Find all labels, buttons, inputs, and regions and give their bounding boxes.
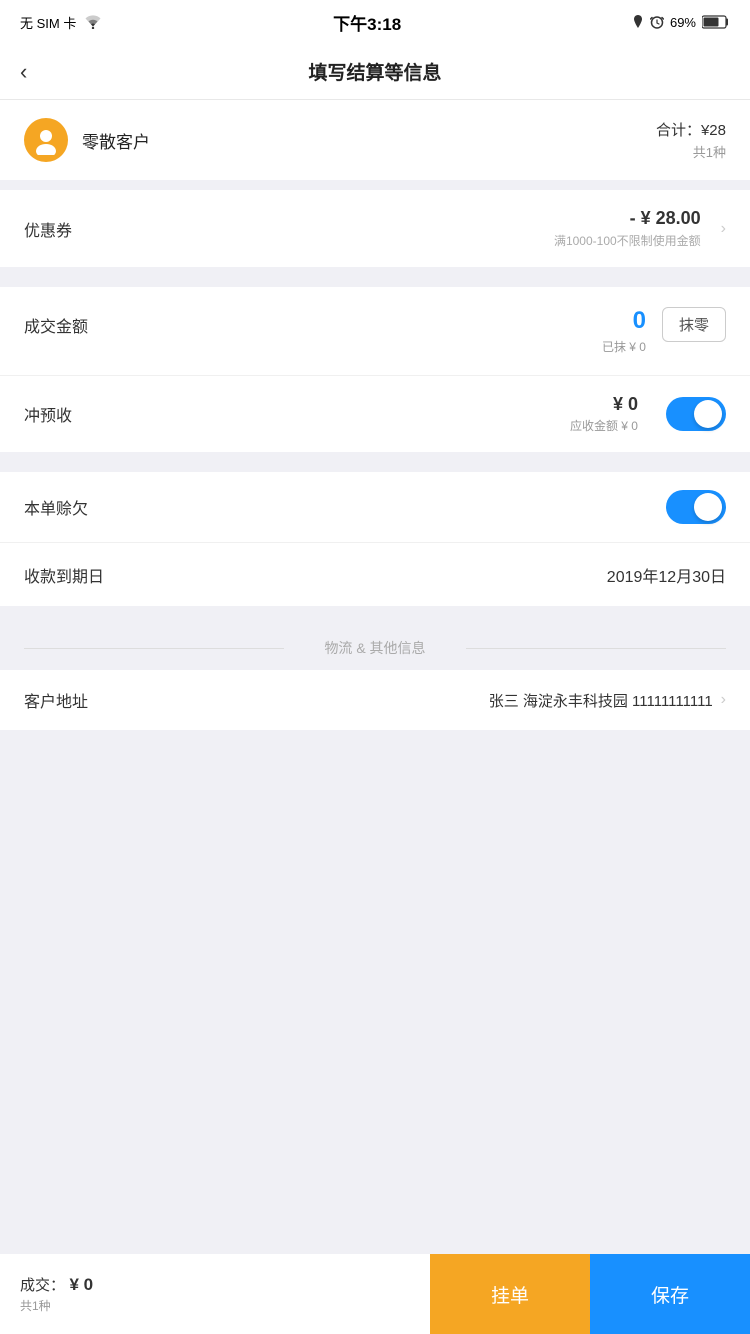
customer-card: 零散客户 合计：¥28 共1种 [0, 100, 750, 180]
separator-3 [0, 616, 750, 626]
no-sim-label: 无 SIM 卡 [20, 13, 76, 32]
battery-label: 69% [670, 15, 696, 30]
customer-row: 零散客户 合计：¥28 共1种 [0, 100, 750, 180]
bottom-bar: 成交： ¥ 0 共1种 挂单 保存 [0, 1254, 750, 1334]
prepay-right: ¥ 0 应收金额 ¥ 0 [570, 394, 726, 434]
transaction-card: 成交金额 0 已抹 ¥ 0 抹零 冲预收 ¥ 0 应收金额 ¥ 0 [0, 287, 750, 452]
divider-line-left [24, 648, 284, 649]
coupon-right: - ¥ 28.00 满1000-100不限制使用金额 › [554, 208, 726, 249]
status-bar: 无 SIM 卡 下午3:18 69% [0, 0, 750, 44]
separator-2 [0, 462, 750, 472]
save-button[interactable]: 保存 [590, 1254, 750, 1334]
wifi-icon [84, 15, 102, 29]
address-row[interactable]: 客户地址 张三 海淀永丰科技园 11111111111 › [0, 670, 750, 730]
address-value: 张三 海淀永丰科技园 11111111111 [104, 690, 713, 711]
avatar [24, 118, 68, 162]
avatar-icon [31, 125, 61, 155]
bottom-info: 成交： ¥ 0 共1种 [0, 1274, 430, 1314]
coupon-label: 优惠券 [24, 217, 72, 241]
prepay-amount: ¥ 0 [570, 394, 638, 415]
battery-icon [702, 15, 730, 29]
bottom-deal-label: 成交： [20, 1277, 65, 1294]
chevron-right-icon: › [721, 220, 726, 238]
prepay-row: 冲预收 ¥ 0 应收金额 ¥ 0 [0, 375, 750, 452]
customer-name: 零散客户 [82, 128, 150, 153]
separator-1 [0, 277, 750, 287]
prepay-label: 冲预收 [24, 402, 72, 426]
address-chevron-icon: › [721, 691, 726, 709]
total-label: 合计：¥28 [656, 119, 726, 140]
round-button[interactable]: 抹零 [662, 307, 726, 342]
debt-card: 本单赊欠 收款到期日 2019年12月30日 [0, 472, 750, 606]
debt-row: 本单赊欠 [0, 472, 750, 542]
amount-right: 0 已抹 ¥ 0 抹零 [602, 307, 726, 355]
status-right: 69% [632, 15, 730, 30]
prepay-sub: 应收金额 ¥ 0 [570, 417, 638, 434]
debt-right [666, 490, 726, 524]
amount-row: 成交金额 0 已抹 ¥ 0 抹零 [0, 287, 750, 375]
alarm-icon [650, 15, 664, 29]
due-date-value: 2019年12月30日 [607, 563, 726, 587]
toggle-knob [694, 400, 722, 428]
address-card: 客户地址 张三 海淀永丰科技园 11111111111 › [0, 670, 750, 730]
customer-left: 零散客户 [24, 118, 150, 162]
coupon-value: - ¥ 28.00 [554, 208, 701, 229]
bottom-deal-amount: ¥ 0 [69, 1275, 93, 1294]
debt-toggle[interactable] [666, 490, 726, 524]
prepay-toggle[interactable] [666, 397, 726, 431]
due-date-label: 收款到期日 [24, 563, 104, 587]
bottom-count: 共1种 [20, 1297, 410, 1314]
due-date-row: 收款到期日 2019年12月30日 [0, 542, 750, 606]
divider-line-right [466, 648, 726, 649]
debt-label: 本单赊欠 [24, 495, 88, 519]
hang-button[interactable]: 挂单 [430, 1254, 590, 1334]
nav-bar: ‹ 填写结算等信息 [0, 44, 750, 100]
total-count: 共1种 [656, 142, 726, 161]
back-button[interactable]: ‹ [20, 59, 27, 85]
address-label: 客户地址 [24, 688, 88, 712]
debt-toggle-knob [694, 493, 722, 521]
coupon-card: 优惠券 - ¥ 28.00 满1000-100不限制使用金额 › [0, 190, 750, 267]
amount-value: 0 [602, 307, 646, 335]
amount-sub: 已抹 ¥ 0 [602, 338, 646, 355]
status-time: 下午3:18 [333, 10, 401, 35]
coupon-row[interactable]: 优惠券 - ¥ 28.00 满1000-100不限制使用金额 › [0, 190, 750, 267]
amount-label: 成交金额 [24, 307, 88, 337]
logistics-divider: 物流 & 其他信息 [0, 626, 750, 670]
logistics-label: 物流 & 其他信息 [324, 638, 425, 658]
content: 零散客户 合计：¥28 共1种 优惠券 - ¥ 28.00 满1000-100不… [0, 100, 750, 820]
status-left: 无 SIM 卡 [20, 13, 102, 32]
location-icon [632, 15, 644, 29]
page-title: 填写结算等信息 [308, 58, 441, 85]
coupon-desc: 满1000-100不限制使用金额 [554, 232, 701, 249]
customer-total: 合计：¥28 共1种 [656, 119, 726, 161]
